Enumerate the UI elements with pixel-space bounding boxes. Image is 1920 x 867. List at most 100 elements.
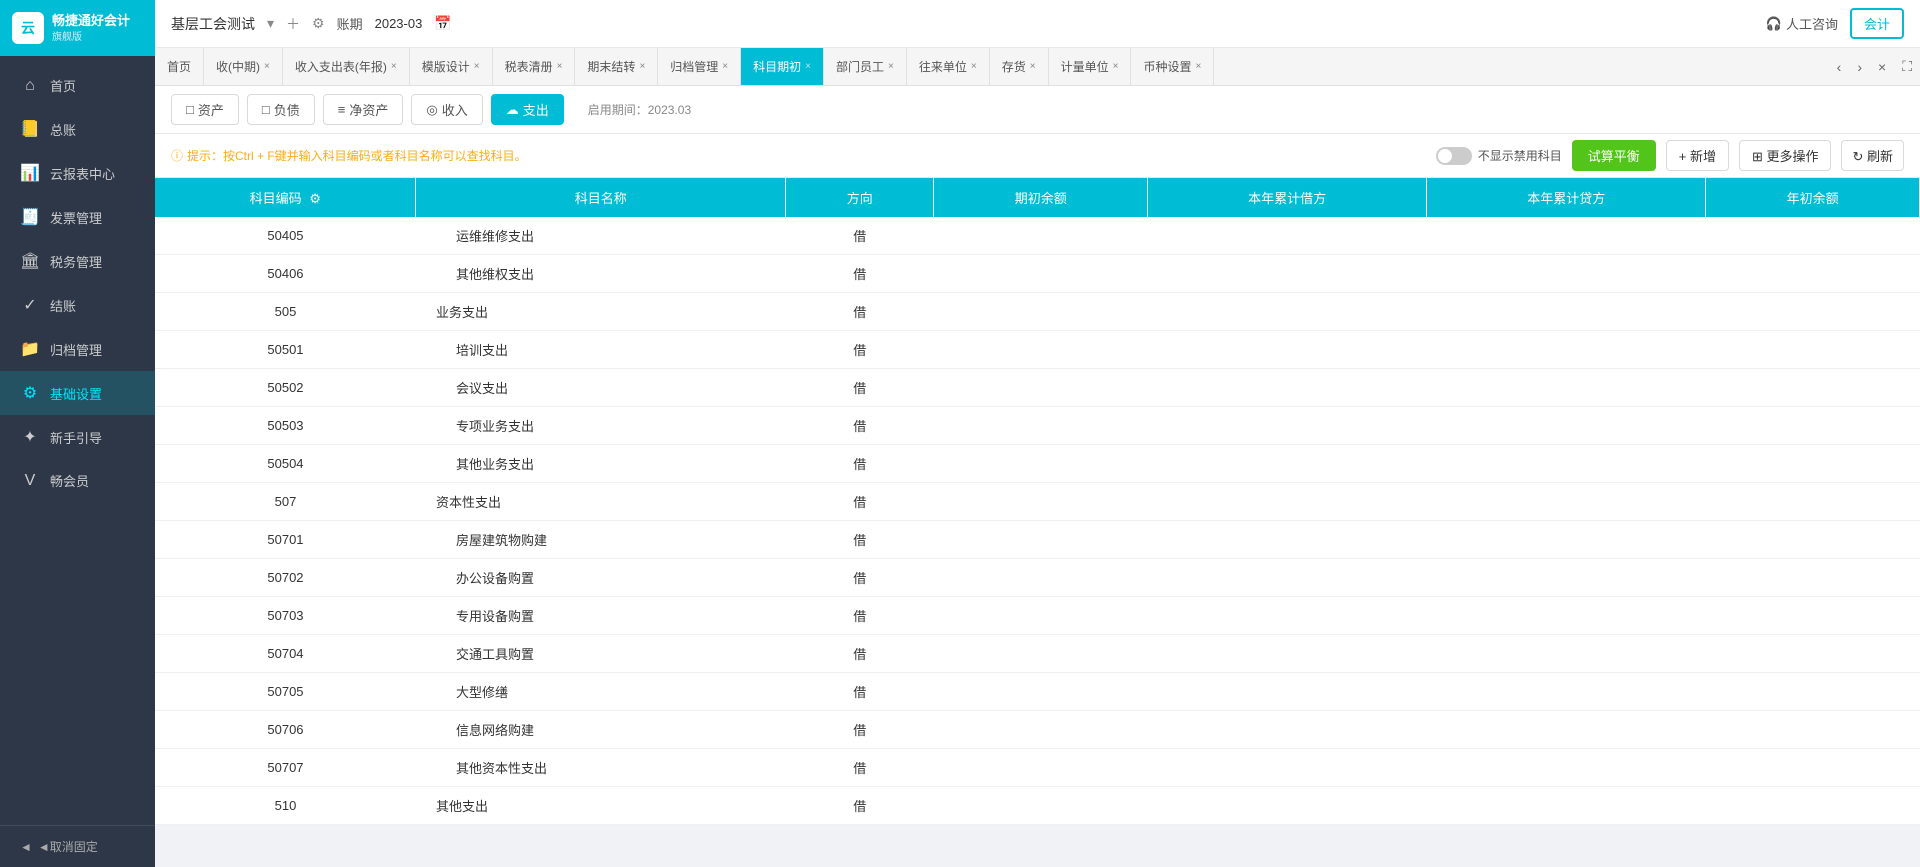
add-company-icon[interactable]: ＋: [286, 14, 300, 34]
tab-partner-close[interactable]: ×: [971, 61, 977, 72]
account-button[interactable]: 会计: [1850, 8, 1904, 39]
sub-tab-equity[interactable]: ≡ 净资产: [323, 94, 404, 125]
sidebar-item-ledger[interactable]: 📒 总账: [0, 107, 155, 151]
sidebar-item-settings[interactable]: ⚙ 基础设置: [0, 371, 155, 415]
tab-income-close[interactable]: ×: [391, 61, 397, 72]
sidebar-item-guide[interactable]: ✦ 新手引导: [0, 415, 155, 459]
tab-deptstaff-label: 部门员工: [836, 58, 884, 75]
tip-text: 提示：按Ctrl + F键并输入科目编码或者科目名称可以查找科目。: [187, 147, 527, 164]
table-row[interactable]: 50702办公设备购置借: [155, 559, 1920, 597]
tab-unit[interactable]: 计量单位 ×: [1049, 48, 1132, 85]
sub-tab-liability-label: 负债: [274, 100, 300, 119]
service-button[interactable]: 🎧 人工咨询: [1766, 14, 1838, 33]
sub-tab-asset-label: 资产: [198, 100, 224, 119]
tab-archivemgr-close[interactable]: ×: [722, 61, 728, 72]
cell-credit-ytd: [1427, 673, 1706, 711]
disable-toggle[interactable]: [1436, 147, 1472, 165]
sidebar-item-reports[interactable]: 📊 云报表中心: [0, 151, 155, 195]
tab-partner[interactable]: 往来单位 ×: [907, 48, 990, 85]
table-row[interactable]: 50502会议支出借: [155, 369, 1920, 407]
cell-direction: 借: [786, 559, 934, 597]
tabs-prev-btn[interactable]: ‹: [1829, 48, 1850, 86]
cell-balance: [934, 445, 1148, 483]
tab-scinitial-close[interactable]: ×: [805, 61, 811, 72]
table-row[interactable]: 507资本性支出借: [155, 483, 1920, 521]
cell-code: 50504: [155, 445, 416, 483]
cell-year-balance: [1706, 787, 1920, 825]
cell-year-balance: [1706, 293, 1920, 331]
tab-deptstaff[interactable]: 部门员工 ×: [824, 48, 907, 85]
logo-subtitle: 旗舰版: [52, 28, 130, 43]
tab-deptstaff-close[interactable]: ×: [888, 61, 894, 72]
cell-credit-ytd: [1427, 483, 1706, 521]
tab-inventory-close[interactable]: ×: [1030, 61, 1036, 72]
tab-taxclear[interactable]: 税表清册 ×: [493, 48, 576, 85]
tab-taxclear-close[interactable]: ×: [557, 61, 563, 72]
expense-icon: ☁: [506, 102, 519, 118]
sidebar-item-archive[interactable]: 📁 归档管理: [0, 327, 155, 371]
tabs-next-btn[interactable]: ›: [1849, 48, 1870, 86]
table-header-row: 科目编码 ⚙ 科目名称 方向 期初余额 本年累计借方 本年累计贷方 年初余额: [155, 178, 1920, 217]
more-button[interactable]: ⊞ 更多操作: [1739, 140, 1832, 171]
sidebar-item-invoice[interactable]: 🧾 发票管理: [0, 195, 155, 239]
cell-credit-ytd: [1427, 711, 1706, 749]
table-row[interactable]: 50703专用设备购置借: [155, 597, 1920, 635]
collapse-label: ◄取消固定: [38, 838, 98, 855]
sub-tab-expense[interactable]: ☁ 支出: [491, 94, 564, 125]
sub-tab-income2[interactable]: ◎ 收入: [411, 94, 482, 125]
sidebar-item-tax[interactable]: 🏛 税务管理: [0, 239, 155, 283]
tab-bsperiod-close[interactable]: ×: [264, 61, 270, 72]
collapse-btn[interactable]: ◄ ◄取消固定: [0, 825, 155, 867]
balance-button[interactable]: 试算平衡: [1572, 140, 1656, 171]
table-row[interactable]: 50701房屋建筑物购建借: [155, 521, 1920, 559]
table-row[interactable]: 50405运维维修支出借: [155, 217, 1920, 255]
logo-icon: 云: [12, 12, 44, 44]
tab-archivemgr[interactable]: 归档管理 ×: [658, 48, 741, 85]
table-row[interactable]: 50504其他业务支出借: [155, 445, 1920, 483]
tab-unit-close[interactable]: ×: [1113, 61, 1119, 72]
tab-currency[interactable]: 币种设置 ×: [1131, 48, 1214, 85]
tab-scinitial[interactable]: 科目期初 ×: [741, 48, 824, 85]
table-row[interactable]: 50707其他资本性支出借: [155, 749, 1920, 787]
sidebar-item-member[interactable]: V 畅会员: [0, 459, 155, 502]
table-row[interactable]: 50706信息网络购建借: [155, 711, 1920, 749]
settings-gear-icon[interactable]: ⚙: [312, 15, 325, 32]
cell-debit-ytd: [1148, 331, 1427, 369]
tab-bsperiod[interactable]: 收(中期) ×: [204, 48, 283, 85]
tabs-expand-btn[interactable]: ⛶: [1894, 48, 1920, 86]
sidebar-item-closing[interactable]: ✓ 结账: [0, 283, 155, 327]
calendar-icon[interactable]: 📅: [434, 15, 451, 32]
col-code-gear-icon[interactable]: ⚙: [309, 191, 321, 206]
sub-tab-liability[interactable]: □ 负债: [247, 94, 315, 125]
dropdown-icon[interactable]: ▾: [267, 15, 274, 32]
sidebar-label-ledger: 总账: [50, 120, 76, 139]
table-row[interactable]: 505业务支出借: [155, 293, 1920, 331]
table-row[interactable]: 50503专项业务支出借: [155, 407, 1920, 445]
cell-direction: 借: [786, 331, 934, 369]
tab-inventory[interactable]: 存货 ×: [990, 48, 1049, 85]
collapse-icon: ◄: [20, 840, 32, 854]
tab-template[interactable]: 模版设计 ×: [410, 48, 493, 85]
add-button[interactable]: + 新增: [1666, 140, 1729, 171]
tab-income[interactable]: 收入支出表(年报) ×: [283, 48, 410, 85]
tab-currency-close[interactable]: ×: [1195, 61, 1201, 72]
table-row[interactable]: 50406其他维权支出借: [155, 255, 1920, 293]
table-row[interactable]: 50705大型修缮借: [155, 673, 1920, 711]
cell-code: 50707: [155, 749, 416, 787]
income2-icon: ◎: [426, 102, 437, 118]
tab-yearend[interactable]: 期末结转 ×: [575, 48, 658, 85]
table-row[interactable]: 50704交通工具购置借: [155, 635, 1920, 673]
table-row[interactable]: 50501培训支出借: [155, 331, 1920, 369]
cell-credit-ytd: [1427, 217, 1706, 255]
cell-year-balance: [1706, 369, 1920, 407]
refresh-button[interactable]: ↻ 刷新: [1841, 140, 1904, 171]
sub-tab-asset[interactable]: □ 资产: [171, 94, 239, 125]
tab-yearend-close[interactable]: ×: [639, 61, 645, 72]
tab-home[interactable]: 首页: [155, 48, 204, 85]
cell-direction: 借: [786, 787, 934, 825]
tabs-close-all-btn[interactable]: ×: [1870, 48, 1894, 86]
sidebar-item-home[interactable]: ⌂ 首页: [0, 64, 155, 107]
tab-template-close[interactable]: ×: [474, 61, 480, 72]
cell-balance: [934, 749, 1148, 787]
table-row[interactable]: 510其他支出借: [155, 787, 1920, 825]
